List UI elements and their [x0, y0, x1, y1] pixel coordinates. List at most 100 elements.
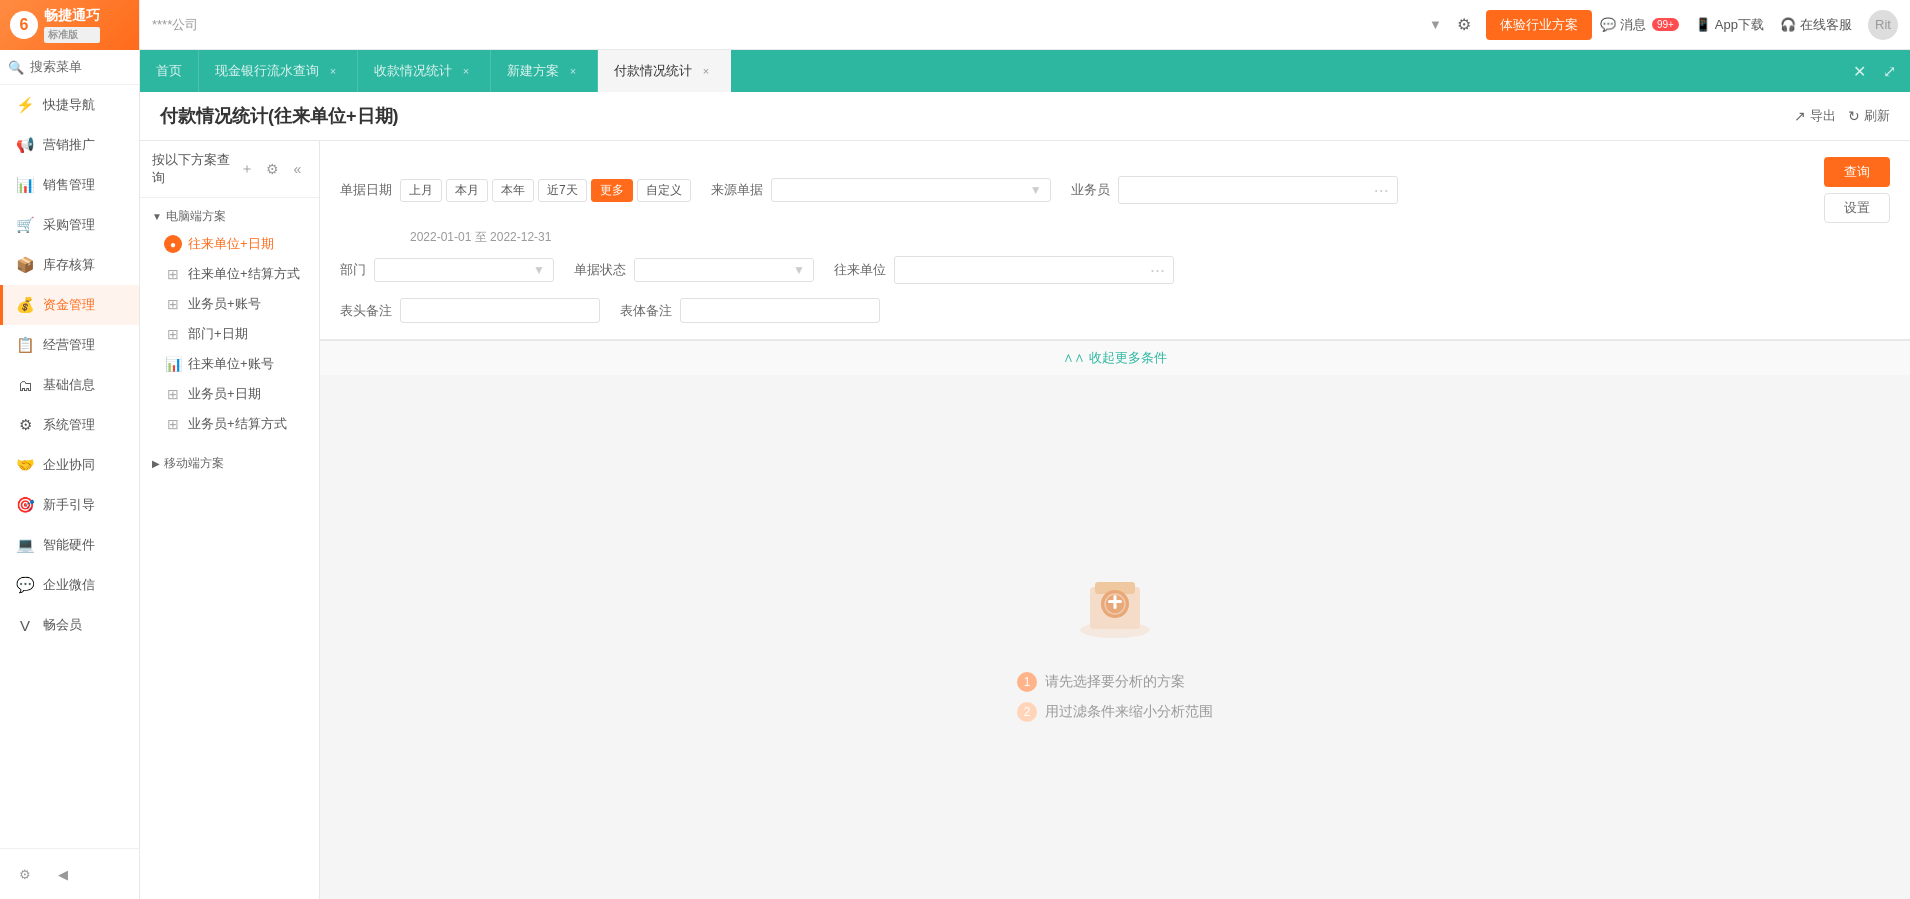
scheme-settings-btn[interactable]: ⚙ [263, 158, 282, 180]
message-btn[interactable]: 💬 消息 99+ [1600, 16, 1679, 34]
salesperson-dots-btn[interactable]: ··· [1374, 181, 1389, 199]
scheme-item-salesman-settle[interactable]: ⊞ 业务员+结算方式 [140, 409, 319, 439]
scheme-item-salesman-date[interactable]: ⊞ 业务员+日期 [140, 379, 319, 409]
tab-bank[interactable]: 现金银行流水查询 × [199, 50, 358, 92]
scheme-item-label: 往来单位+日期 [188, 235, 274, 253]
partner-select[interactable]: ··· [894, 256, 1174, 284]
sidebar-item-label: 营销推广 [43, 136, 95, 154]
sidebar-item-sales[interactable]: 📊 销售管理 [0, 165, 139, 205]
sidebar-item-basic[interactable]: 🗂 基础信息 [0, 365, 139, 405]
dept-field: 部门 ▼ [340, 258, 554, 282]
partner-field: 往来单位 ··· [834, 256, 1174, 284]
tab-bank-close[interactable]: × [325, 63, 341, 79]
sidebar-item-label: 新手引导 [43, 496, 95, 514]
refresh-btn[interactable]: ↻ 刷新 [1848, 107, 1890, 125]
sidebar-item-inventory[interactable]: 📦 库存核算 [0, 245, 139, 285]
sidebar-item-vip[interactable]: V 畅会员 [0, 605, 139, 645]
page-content: 付款情况统计(往来单位+日期) ↗ 导出 ↻ 刷新 按以下方案查询 ＋ ⚙ [140, 92, 1910, 899]
date-btn-more[interactable]: 更多 [591, 179, 633, 202]
sidebar-search[interactable]: 🔍 搜索菜单 [0, 50, 139, 85]
dept-select[interactable]: ▼ [374, 258, 554, 282]
tab-home[interactable]: 首页 [140, 50, 199, 92]
scheme-pc-group-header[interactable]: ▼ 电脑端方案 [140, 204, 319, 229]
sidebar-settings-btn[interactable]: ⚙ [10, 859, 40, 889]
scheme-header-text: 按以下方案查询 [152, 151, 231, 187]
sidebar-collapse-btn[interactable]: ◀ [48, 859, 78, 889]
app-download-btn[interactable]: 📱 App下载 [1695, 16, 1764, 34]
doc-status-select[interactable]: ▼ [634, 258, 814, 282]
service-btn[interactable]: 🎧 在线客服 [1780, 16, 1852, 34]
scheme-collapse-btn[interactable]: « [288, 158, 307, 180]
scheme-item-partner-account[interactable]: 📊 往来单位+账号 [140, 349, 319, 379]
header-settings-btn[interactable]: ⚙ [1450, 11, 1478, 39]
date-btn-this-month[interactable]: 本月 [446, 179, 488, 202]
logo-text-wrap: 畅捷通巧 标准版 [44, 7, 100, 43]
query-btn[interactable]: 查询 [1824, 157, 1890, 187]
tab-bar: 首页 现金银行流水查询 × 收款情况统计 × 新建方案 × 付款情况统计 × ✕… [140, 50, 1910, 92]
app-label: App下载 [1715, 16, 1764, 34]
tab-payment-stat-close[interactable]: × [698, 63, 714, 79]
basic-icon: 🗂 [15, 375, 35, 395]
sidebar-item-marketing[interactable]: 📢 营销推广 [0, 125, 139, 165]
page-title: 付款情况统计(往来单位+日期) [160, 104, 1794, 128]
tip-num-2: 2 [1017, 702, 1037, 722]
scheme-item-dept-date[interactable]: ⊞ 部门+日期 [140, 319, 319, 349]
source-label: 来源单据 [711, 181, 763, 199]
dept-label: 部门 [340, 261, 366, 279]
sidebar-item-label: 基础信息 [43, 376, 95, 394]
collapse-conditions-btn[interactable]: ∧∧ 收起更多条件 [320, 340, 1910, 375]
scheme-item-label: 业务员+账号 [188, 295, 261, 313]
scheme-mobile-group-header[interactable]: ▶ 移动端方案 [140, 451, 319, 476]
tab-receipt[interactable]: 收款情况统计 × [358, 50, 491, 92]
tab-bank-label: 现金银行流水查询 [215, 62, 319, 80]
partner-dots-btn[interactable]: ··· [1150, 261, 1165, 279]
filter-settings-btn[interactable]: 设置 [1824, 193, 1890, 223]
scheme-add-btn[interactable]: ＋ [237, 158, 256, 180]
logo-icon: 6 [10, 11, 38, 39]
sidebar-item-label: 销售管理 [43, 176, 95, 194]
header-note-input[interactable] [400, 298, 600, 323]
filter-panel: 单据日期 上月 本月 本年 近7天 更多 自定义 来源单据 [320, 141, 1910, 340]
message-label: 消息 [1620, 16, 1646, 34]
sidebar-item-business[interactable]: 📋 经营管理 [0, 325, 139, 365]
body-note-input[interactable] [680, 298, 880, 323]
scheme-item-label: 往来单位+账号 [188, 355, 274, 373]
sidebar-item-system[interactable]: ⚙ 系统管理 [0, 405, 139, 445]
tab-new-scheme-close[interactable]: × [565, 63, 581, 79]
source-select[interactable]: ▼ [771, 178, 1051, 202]
tab-payment-stat[interactable]: 付款情况统计 × [598, 50, 731, 92]
sidebar-item-fund[interactable]: 💰 资金管理 [0, 285, 139, 325]
top-header: ****公司 ▼ ⚙ 体验行业方案 💬 消息 99+ 📱 App下载 🎧 在线客… [140, 0, 1910, 50]
vip-icon: V [15, 615, 35, 635]
sidebar-item-shortcut[interactable]: ⚡ 快捷导航 [0, 85, 139, 125]
empty-tip-1: 1 请先选择要分析的方案 [1017, 672, 1213, 692]
date-btn-7days[interactable]: 近7天 [538, 179, 587, 202]
date-range-display: 2022-01-01 至 2022-12-31 [340, 229, 551, 246]
header-note-label: 表头备注 [340, 302, 392, 320]
tab-maximize-btn[interactable]: ⤢ [1876, 58, 1902, 84]
avatar[interactable]: Rit [1868, 10, 1898, 40]
scheme-item-salesman-account[interactable]: ⊞ 业务员+账号 [140, 289, 319, 319]
salesperson-select[interactable]: ··· [1118, 176, 1398, 204]
sidebar-item-wechat[interactable]: 💬 企业微信 [0, 565, 139, 605]
export-btn[interactable]: ↗ 导出 [1794, 107, 1836, 125]
dropdown-arrow-icon[interactable]: ▼ [1429, 17, 1442, 32]
trial-btn[interactable]: 体验行业方案 [1486, 10, 1592, 40]
sidebar-item-corp[interactable]: 🤝 企业协同 [0, 445, 139, 485]
tab-receipt-close[interactable]: × [458, 63, 474, 79]
date-btn-last-month[interactable]: 上月 [400, 179, 442, 202]
tab-new-scheme[interactable]: 新建方案 × [491, 50, 598, 92]
scheme-mobile-group: ▶ 移动端方案 [140, 445, 319, 482]
date-btn-custom[interactable]: 自定义 [637, 179, 691, 202]
body-note-label: 表体备注 [620, 302, 672, 320]
scheme-item-partner-settle[interactable]: ⊞ 往来单位+结算方式 [140, 259, 319, 289]
sidebar-search-label: 搜索菜单 [30, 58, 82, 76]
date-btn-this-year[interactable]: 本年 [492, 179, 534, 202]
marketing-icon: 📢 [15, 135, 35, 155]
tab-close-all-btn[interactable]: ✕ [1846, 58, 1872, 84]
sidebar-item-hardware[interactable]: 💻 智能硬件 [0, 525, 139, 565]
sidebar-item-guide[interactable]: 🎯 新手引导 [0, 485, 139, 525]
sidebar-item-purchase[interactable]: 🛒 采购管理 [0, 205, 139, 245]
doc-status-dropdown-icon: ▼ [793, 263, 805, 277]
scheme-item-partner-date[interactable]: ● 往来单位+日期 [140, 229, 319, 259]
